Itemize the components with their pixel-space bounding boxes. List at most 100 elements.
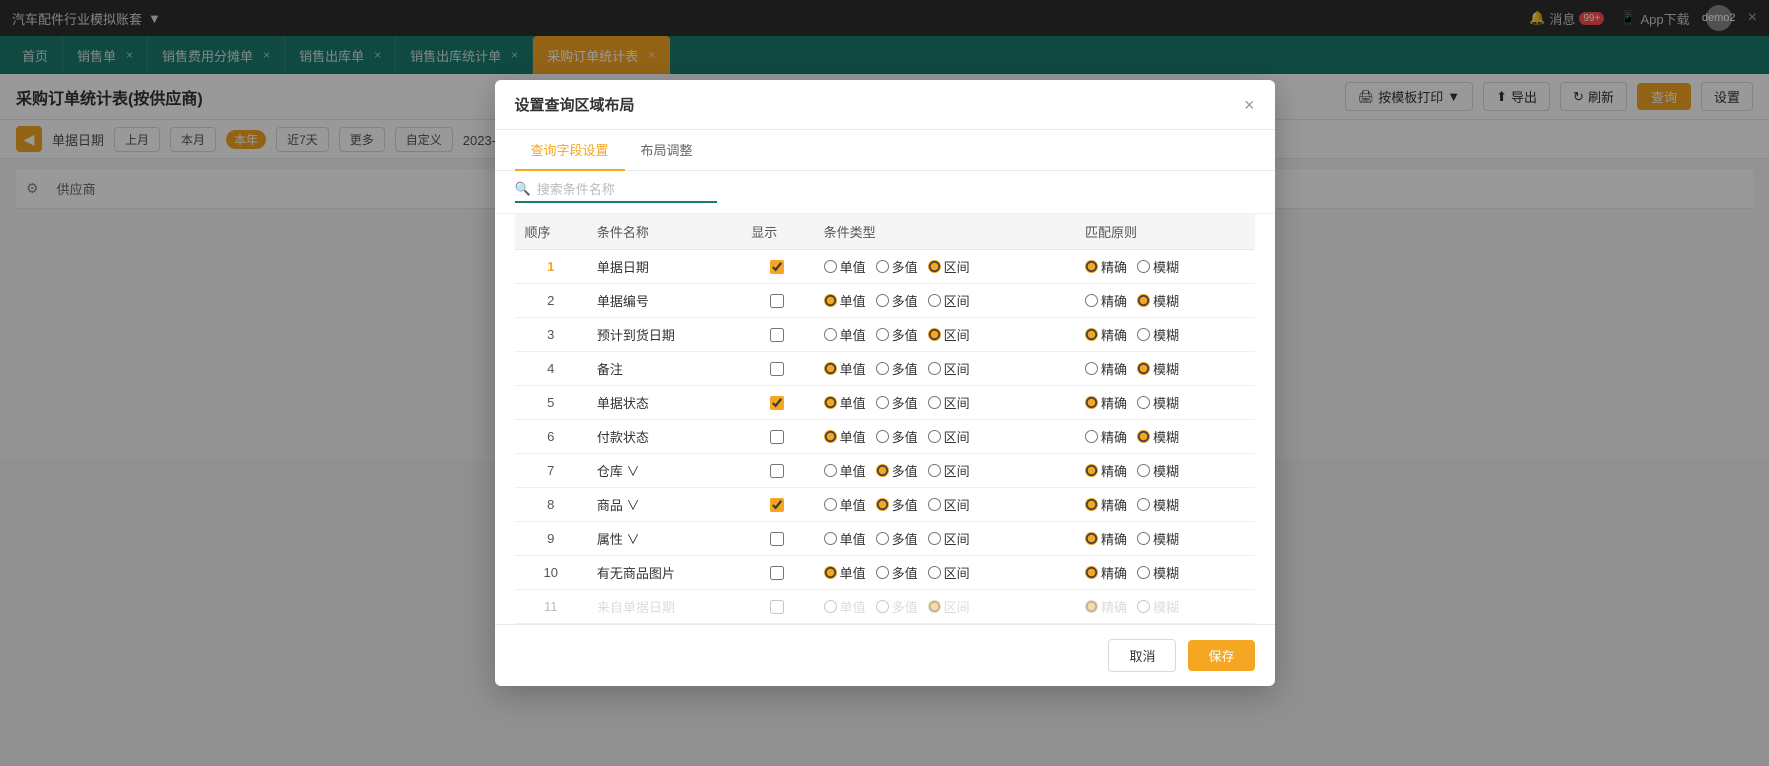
radio-match-fuzzy-2[interactable]: 模糊	[1137, 291, 1179, 310]
table-row: 8商品 ∨单值多值区间精确模糊	[515, 488, 1255, 522]
cell-display-9[interactable]	[741, 522, 813, 556]
radio-cond-range-6[interactable]: 区间	[928, 427, 970, 446]
dialog-close-button[interactable]: ×	[1244, 96, 1255, 114]
radio-match-fuzzy-4[interactable]: 模糊	[1137, 359, 1179, 378]
radio-match-exact-1[interactable]: 精确	[1085, 257, 1127, 276]
radio-cond-single-4[interactable]: 单值	[824, 359, 866, 378]
radio-match-exact-10[interactable]: 精确	[1085, 563, 1127, 582]
radio-cond-single-6[interactable]: 单值	[824, 427, 866, 446]
dialog-tab-layout[interactable]: 布局调整	[625, 130, 709, 171]
checkbox-display-11[interactable]	[770, 600, 784, 614]
radio-cond-single-7[interactable]: 单值	[824, 461, 866, 480]
cell-name-4: 备注	[587, 352, 741, 386]
checkbox-display-5[interactable]	[770, 396, 784, 410]
radio-cond-range-5[interactable]: 区间	[928, 393, 970, 412]
checkbox-display-3[interactable]	[770, 328, 784, 342]
cell-display-5[interactable]	[741, 386, 813, 420]
radio-cond-multi-6[interactable]: 多值	[876, 427, 918, 446]
cell-seq-3: 3	[515, 318, 587, 352]
radio-cond-multi-1[interactable]: 多值	[876, 257, 918, 276]
radio-match-fuzzy-5[interactable]: 模糊	[1137, 393, 1179, 412]
radio-match-fuzzy-7[interactable]: 模糊	[1137, 461, 1179, 480]
radio-match-exact-9[interactable]: 精确	[1085, 529, 1127, 548]
cell-display-3[interactable]	[741, 318, 813, 352]
radio-cond-single-9[interactable]: 单值	[824, 529, 866, 548]
cell-match-2: 精确模糊	[1075, 284, 1255, 318]
radio-match-fuzzy-1[interactable]: 模糊	[1137, 257, 1179, 276]
cell-cond-9: 单值多值区间	[814, 522, 1075, 556]
cell-match-1: 精确模糊	[1075, 250, 1255, 284]
radio-match-exact-2[interactable]: 精确	[1085, 291, 1127, 310]
radio-cond-multi-10[interactable]: 多值	[876, 563, 918, 582]
th-cond-type: 条件类型	[814, 214, 1075, 250]
dialog-title: 设置查询区域布局	[515, 94, 635, 115]
cell-display-6[interactable]	[741, 420, 813, 454]
save-button[interactable]: 保存	[1188, 640, 1254, 671]
cell-seq-10: 10	[515, 556, 587, 590]
radio-cond-single-10[interactable]: 单值	[824, 563, 866, 582]
search-input[interactable]	[537, 182, 717, 197]
radio-cond-range-2[interactable]: 区间	[928, 291, 970, 310]
cell-display-2[interactable]	[741, 284, 813, 318]
radio-match-fuzzy-11[interactable]: 模糊	[1137, 597, 1179, 616]
radio-match-exact-11[interactable]: 精确	[1085, 597, 1127, 616]
table-row: 2单据编号单值多值区间精确模糊	[515, 284, 1255, 318]
table-header-row: 顺序 条件名称 显示 条件类型 匹配原则	[515, 214, 1255, 250]
radio-cond-range-4[interactable]: 区间	[928, 359, 970, 378]
search-icon: 🔍	[515, 181, 531, 197]
radio-match-exact-3[interactable]: 精确	[1085, 325, 1127, 344]
radio-match-fuzzy-9[interactable]: 模糊	[1137, 529, 1179, 548]
radio-match-exact-6[interactable]: 精确	[1085, 427, 1127, 446]
radio-match-fuzzy-10[interactable]: 模糊	[1137, 563, 1179, 582]
radio-cond-range-10[interactable]: 区间	[928, 563, 970, 582]
radio-cond-single-3[interactable]: 单值	[824, 325, 866, 344]
radio-match-fuzzy-6[interactable]: 模糊	[1137, 427, 1179, 446]
radio-cond-multi-5[interactable]: 多值	[876, 393, 918, 412]
cell-display-10[interactable]	[741, 556, 813, 590]
checkbox-display-2[interactable]	[770, 294, 784, 308]
cell-display-1[interactable]	[741, 250, 813, 284]
dialog-tab-query-fields[interactable]: 查询字段设置	[515, 130, 625, 171]
radio-cond-range-9[interactable]: 区间	[928, 529, 970, 548]
radio-cond-range-11[interactable]: 区间	[928, 597, 970, 616]
checkbox-display-1[interactable]	[770, 260, 784, 274]
radio-cond-range-8[interactable]: 区间	[928, 495, 970, 514]
radio-cond-single-11[interactable]: 单值	[824, 597, 866, 616]
cell-cond-11: 单值多值区间	[814, 590, 1075, 624]
checkbox-display-6[interactable]	[770, 430, 784, 444]
radio-cond-multi-2[interactable]: 多值	[876, 291, 918, 310]
dialog-tab-query-fields-label: 查询字段设置	[531, 143, 609, 158]
checkbox-display-4[interactable]	[770, 362, 784, 376]
radio-cond-range-1[interactable]: 区间	[928, 257, 970, 276]
checkbox-display-9[interactable]	[770, 532, 784, 546]
cell-match-6: 精确模糊	[1075, 420, 1255, 454]
checkbox-display-10[interactable]	[770, 566, 784, 580]
radio-cond-single-2[interactable]: 单值	[824, 291, 866, 310]
checkbox-display-7[interactable]	[770, 464, 784, 478]
radio-match-exact-5[interactable]: 精确	[1085, 393, 1127, 412]
cell-display-8[interactable]	[741, 488, 813, 522]
radio-match-fuzzy-8[interactable]: 模糊	[1137, 495, 1179, 514]
radio-cond-single-8[interactable]: 单值	[824, 495, 866, 514]
cell-display-4[interactable]	[741, 352, 813, 386]
checkbox-display-8[interactable]	[770, 498, 784, 512]
radio-cond-range-3[interactable]: 区间	[928, 325, 970, 344]
radio-cond-multi-9[interactable]: 多值	[876, 529, 918, 548]
cell-display-7[interactable]	[741, 454, 813, 488]
radio-cond-single-5[interactable]: 单值	[824, 393, 866, 412]
cell-match-11: 精确模糊	[1075, 590, 1255, 624]
radio-cond-multi-4[interactable]: 多值	[876, 359, 918, 378]
cancel-button[interactable]: 取消	[1108, 639, 1176, 672]
radio-match-exact-7[interactable]: 精确	[1085, 461, 1127, 480]
radio-cond-multi-7[interactable]: 多值	[876, 461, 918, 480]
radio-match-exact-4[interactable]: 精确	[1085, 359, 1127, 378]
radio-cond-multi-8[interactable]: 多值	[876, 495, 918, 514]
cell-display-11[interactable]	[741, 590, 813, 624]
radio-cond-single-1[interactable]: 单值	[824, 257, 866, 276]
radio-match-exact-8[interactable]: 精确	[1085, 495, 1127, 514]
radio-cond-multi-11[interactable]: 多值	[876, 597, 918, 616]
radio-match-fuzzy-3[interactable]: 模糊	[1137, 325, 1179, 344]
th-seq: 顺序	[515, 214, 587, 250]
radio-cond-multi-3[interactable]: 多值	[876, 325, 918, 344]
radio-cond-range-7[interactable]: 区间	[928, 461, 970, 480]
